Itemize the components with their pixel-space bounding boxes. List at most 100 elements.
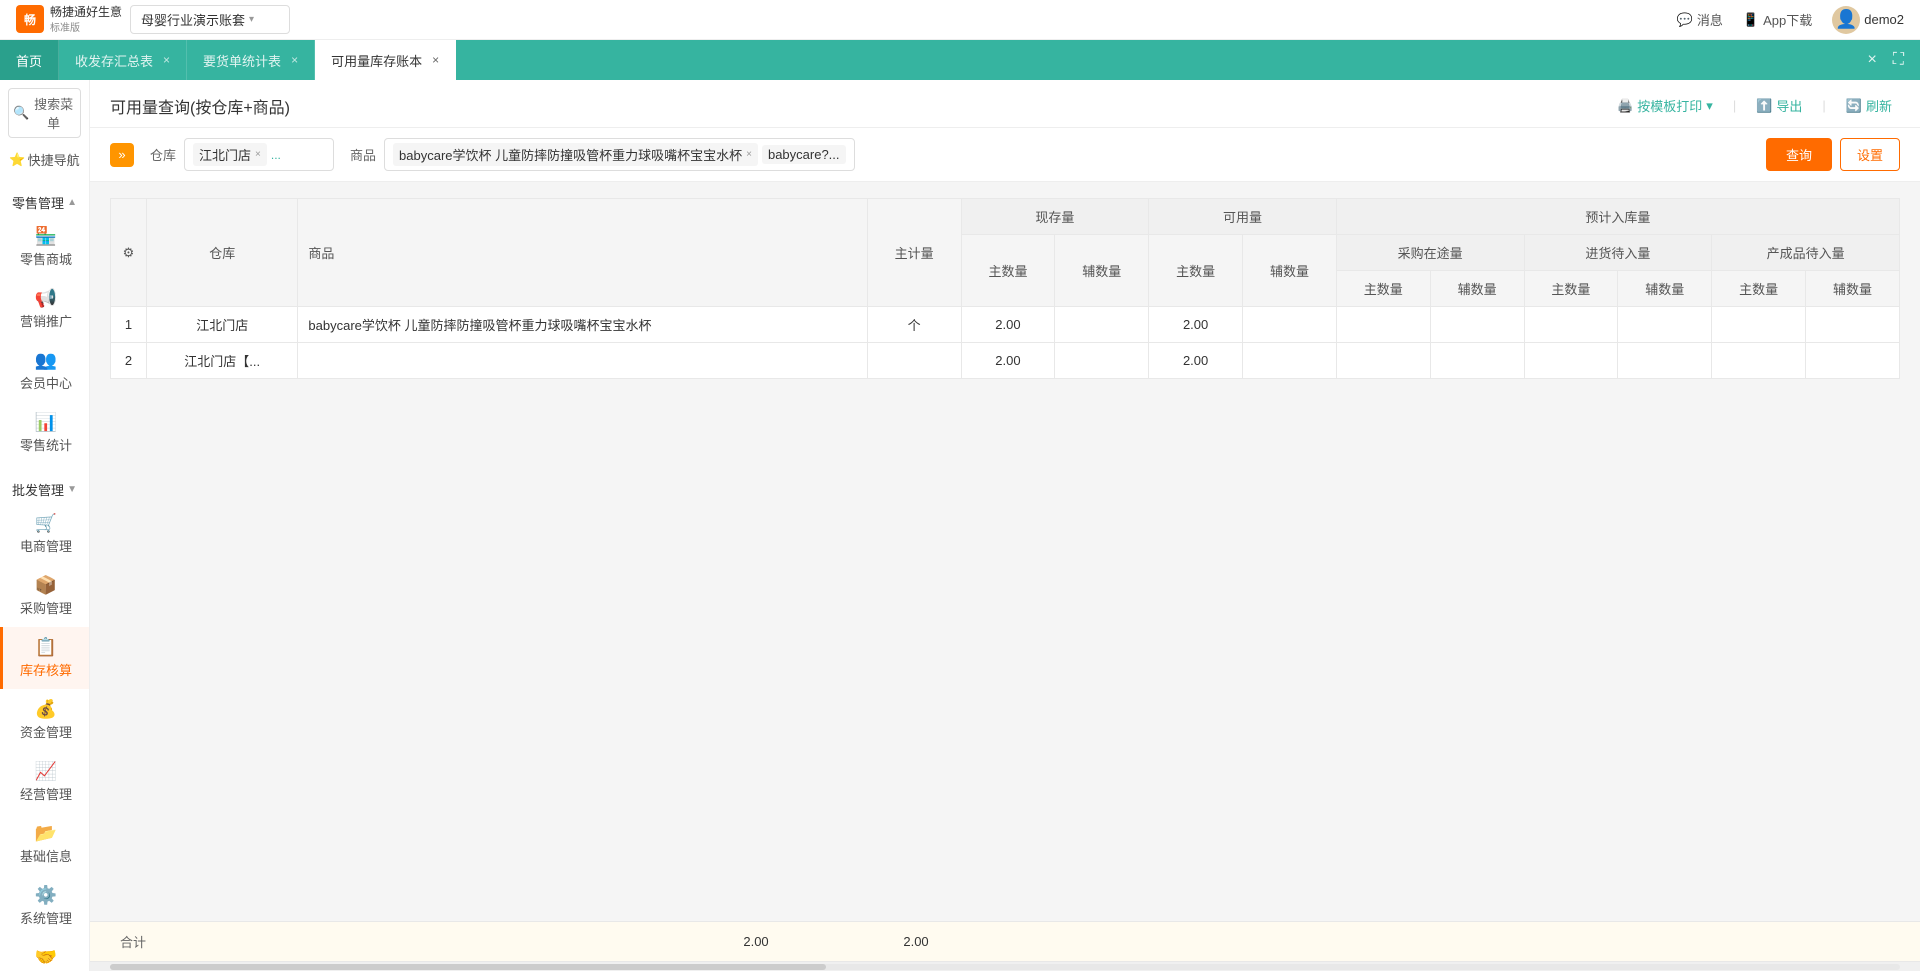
purchase-icon: 📦 <box>35 575 57 596</box>
row-2-prod-main <box>1712 343 1806 379</box>
product-filter: 商品 babycare学饮杯 儿童防摔防撞吸管杯重力球吸嘴杯宝宝水杯 × bab… <box>350 138 855 171</box>
warehouse-more[interactable]: ... <box>271 148 281 162</box>
member-icon: 👥 <box>35 350 57 371</box>
message-button[interactable]: 💬 消息 <box>1677 10 1723 29</box>
search-icon: 🔍 <box>13 105 29 121</box>
app-logo: 畅 畅捷通好生意 标准版 <box>16 5 122 34</box>
top-bar-left: 畅 畅捷通好生意 标准版 母婴行业演示账套 ▾ <box>16 5 290 34</box>
sidebar-item-wholesale-mgmt[interactable]: 批发管理 ▼ <box>0 472 89 503</box>
fullscreen-icon[interactable]: ⛶ <box>1889 47 1908 73</box>
row-1-avail-aux <box>1243 307 1337 343</box>
footer-stock-main: 2.00 <box>716 930 796 953</box>
sidebar-item-retail-stats[interactable]: 📊 零售统计 <box>0 402 89 464</box>
app-download-button[interactable]: 📱 App下载 <box>1743 10 1812 29</box>
sidebar-item-enterprise-coop[interactable]: 🤝 企业协同 <box>0 937 89 971</box>
settings-button[interactable]: 设置 <box>1840 138 1900 171</box>
finance-icon: 💰 <box>35 699 57 720</box>
row-1-purchase-aux <box>1430 307 1524 343</box>
footer-stock-aux <box>796 938 876 946</box>
nav-tabs: 首页 收发存汇总表 × 要货单统计表 × 可用量库存账本 × × ⛶ <box>0 40 1920 80</box>
data-table: ⚙ 仓库 商品 主计量 现存量 可用量 预计入库量 主数量 辅数量 主数量 辅数… <box>110 198 1900 379</box>
row-2-purchase-aux <box>1430 343 1524 379</box>
tab-available-stock[interactable]: 可用量库存账本 × <box>315 40 456 80</box>
close-tab-order-stats[interactable]: × <box>291 53 298 67</box>
ecommerce-icon: 🛒 <box>35 513 57 534</box>
query-button[interactable]: 查询 <box>1766 138 1832 171</box>
sidebar-item-operations[interactable]: 📈 经营管理 <box>0 751 89 813</box>
marketing-icon: 📢 <box>35 288 57 309</box>
warehouse-filter: 仓库 江北门店 × ... <box>150 138 334 171</box>
logo-icon: 畅 <box>16 5 44 33</box>
row-1-no: 1 <box>111 307 147 343</box>
refresh-button[interactable]: 🔄 刷新 <box>1838 92 1900 119</box>
row-1-inbound-main <box>1524 307 1618 343</box>
row-1-stock-main: 2.00 <box>961 307 1055 343</box>
stats-icon: 📊 <box>35 412 57 433</box>
sidebar-item-marketing[interactable]: 📢 营销推广 <box>0 278 89 340</box>
sidebar-item-retail-mgmt[interactable]: 零售管理 ▲ <box>0 185 89 216</box>
table-footer: 合计 2.00 2.00 <box>90 921 1920 961</box>
sidebar-item-inventory[interactable]: 📋 库存核算 <box>0 627 89 689</box>
sidebar-item-basic-info[interactable]: 📂 基础信息 <box>0 813 89 875</box>
current-stock-header: 现存量 <box>961 199 1149 235</box>
app-name-block: 畅捷通好生意 标准版 <box>50 5 122 34</box>
divider-2: | <box>1822 98 1825 113</box>
table-row: 1 江北门店 babycare学饮杯 儿童防摔防撞吸管杯重力球吸嘴杯宝宝水杯 个… <box>111 307 1900 343</box>
star-icon: ⭐ <box>9 152 25 168</box>
scrollbar-thumb[interactable] <box>110 964 826 970</box>
warehouse-tag-close[interactable]: × <box>255 149 261 160</box>
row-2-purchase-main <box>1336 343 1430 379</box>
table-area: ⚙ 仓库 商品 主计量 现存量 可用量 预计入库量 主数量 辅数量 主数量 辅数… <box>90 182 1920 921</box>
search-menu-button[interactable]: 🔍 搜索菜单 <box>8 88 81 138</box>
product-input[interactable]: babycare学饮杯 儿童防摔防撞吸管杯重力球吸嘴杯宝宝水杯 × babyca… <box>384 138 854 171</box>
nav-tab-actions: × ⛶ <box>1863 47 1920 73</box>
product-tag-2: babycare?... <box>762 145 846 164</box>
tab-order-stats[interactable]: 要货单统计表 × <box>187 40 315 80</box>
divider-1: | <box>1733 98 1736 113</box>
export-button[interactable]: ⬆️ 导出 <box>1748 92 1810 119</box>
sidebar-item-member-center[interactable]: 👥 会员中心 <box>0 340 89 402</box>
planned-inbound-header: 预计入库量 <box>1336 199 1899 235</box>
scrollbar-track <box>110 964 1900 970</box>
top-bar: 畅 畅捷通好生意 标准版 母婴行业演示账套 ▾ 💬 消息 📱 App下载 👤 d… <box>0 0 1920 40</box>
tab-receive-send[interactable]: 收发存汇总表 × <box>59 40 187 80</box>
app-icon: 📱 <box>1743 12 1759 28</box>
inbound-pending-header: 进货待入量 <box>1524 235 1712 271</box>
print-button[interactable]: 🖨️ 按模板打印 ▾ <box>1609 92 1721 119</box>
horizontal-scrollbar[interactable] <box>90 961 1920 971</box>
filter-expand-button[interactable]: » <box>110 143 134 167</box>
warehouse-input[interactable]: 江北门店 × ... <box>184 138 334 171</box>
quick-nav-button[interactable]: ⭐ 快捷导航 <box>0 142 89 177</box>
table-row: 2 江北门店【... 2.00 2.00 <box>111 343 1900 379</box>
close-all-tabs-icon[interactable]: × <box>1863 47 1880 73</box>
settings-col-header[interactable]: ⚙ <box>111 199 147 307</box>
coop-icon: 🤝 <box>35 947 57 968</box>
stock-main-qty-header: 主数量 <box>961 235 1055 307</box>
sidebar-item-finance[interactable]: 💰 资金管理 <box>0 689 89 751</box>
production-pending-header: 产成品待入量 <box>1712 235 1900 271</box>
row-1-inbound-aux <box>1618 307 1712 343</box>
close-tab-available-stock[interactable]: × <box>432 53 439 67</box>
close-tab-receive-send[interactable]: × <box>163 53 170 67</box>
row-2-inbound-aux <box>1618 343 1712 379</box>
retail-shop-icon: 🏪 <box>35 226 57 247</box>
row-1-avail-main: 2.00 <box>1149 307 1243 343</box>
filter-actions: 查询 设置 <box>1766 138 1900 171</box>
warehouse-col-header: 仓库 <box>147 199 298 307</box>
sidebar-item-retail-shop[interactable]: 🏪 零售商城 <box>0 216 89 278</box>
export-icon: ⬆️ <box>1756 98 1772 114</box>
sidebar-item-system-mgmt[interactable]: ⚙️ 系统管理 <box>0 875 89 937</box>
tab-home[interactable]: 首页 <box>0 40 59 80</box>
row-1-prod-main <box>1712 307 1806 343</box>
product-tag-1-close[interactable]: × <box>746 149 752 160</box>
row-2-stock-main: 2.00 <box>961 343 1055 379</box>
product-tag-1: babycare学饮杯 儿童防摔防撞吸管杯重力球吸嘴杯宝宝水杯 × <box>393 143 758 166</box>
available-header: 可用量 <box>1149 199 1337 235</box>
purchase-transit-header: 采购在途量 <box>1336 235 1524 271</box>
inventory-icon: 📋 <box>35 637 57 658</box>
store-selector[interactable]: 母婴行业演示账套 ▾ <box>130 5 290 34</box>
sidebar-item-ecommerce[interactable]: 🛒 电商管理 <box>0 503 89 565</box>
user-menu[interactable]: 👤 demo2 <box>1832 6 1904 34</box>
purchase-aux-qty-header: 辅数量 <box>1430 271 1524 307</box>
sidebar-item-purchase[interactable]: 📦 采购管理 <box>0 565 89 627</box>
